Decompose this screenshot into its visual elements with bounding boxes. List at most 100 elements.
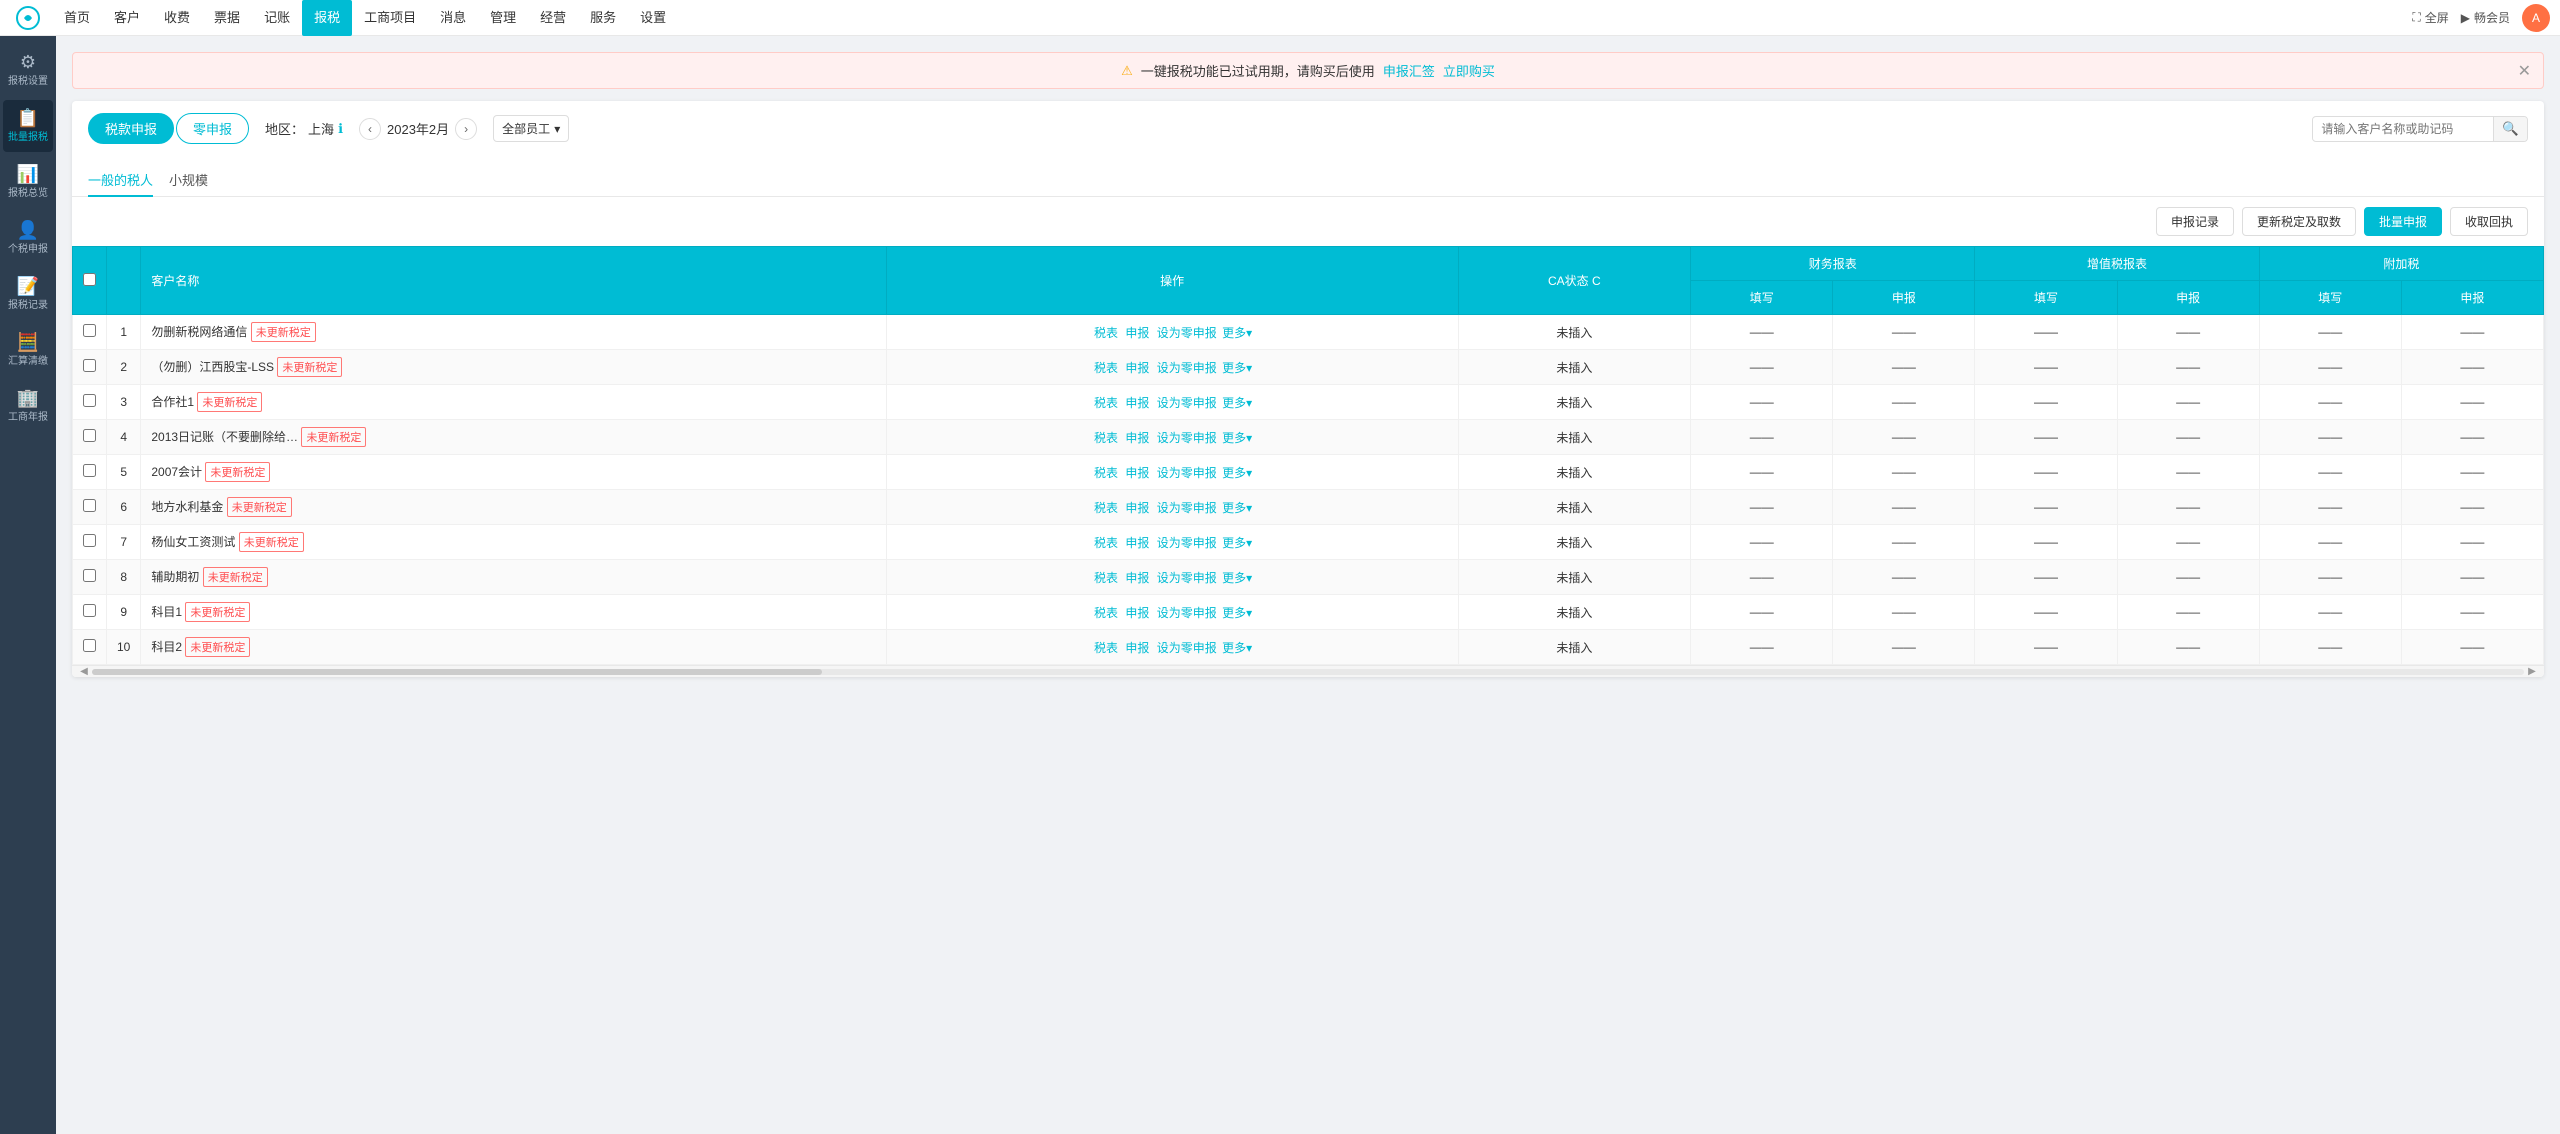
financial-declare-cell: —— bbox=[1833, 455, 1975, 490]
tax-form-button[interactable]: 税表 bbox=[1094, 466, 1118, 480]
more-button[interactable]: 更多▾ bbox=[1222, 466, 1252, 480]
trial-banner: ⚠ 一键报税功能已过试用期，请购买后使用 申报汇签 立即购买 ✕ bbox=[72, 52, 2544, 89]
scroll-track[interactable] bbox=[92, 669, 2524, 675]
more-button[interactable]: 更多▾ bbox=[1222, 501, 1252, 515]
num-header bbox=[107, 247, 141, 315]
ca-status-cell: 未插入 bbox=[1458, 350, 1691, 385]
more-button[interactable]: 更多▾ bbox=[1222, 606, 1252, 620]
next-month-button[interactable]: › bbox=[455, 118, 477, 140]
declare-button[interactable]: 申报 bbox=[1125, 641, 1149, 655]
member-button[interactable]: ▶ 畅会员 bbox=[2461, 9, 2510, 26]
declare-button[interactable]: 申报 bbox=[1125, 571, 1149, 585]
set-zero-button[interactable]: 设为零申报 bbox=[1157, 326, 1217, 340]
row-checkbox-3[interactable] bbox=[83, 429, 96, 442]
declare-button[interactable]: 申报 bbox=[1125, 361, 1149, 375]
report-link[interactable]: 申报汇签 bbox=[1383, 61, 1435, 80]
row-checkbox-4[interactable] bbox=[83, 464, 96, 477]
set-zero-button[interactable]: 设为零申报 bbox=[1157, 501, 1217, 515]
tax-form-button[interactable]: 税表 bbox=[1094, 641, 1118, 655]
sidebar-item-报税记录[interactable]: 📝报税记录 bbox=[3, 268, 53, 320]
row-checkbox-5[interactable] bbox=[83, 499, 96, 512]
declare-button[interactable]: 申报 bbox=[1125, 536, 1149, 550]
nav-item-消息[interactable]: 消息 bbox=[428, 0, 478, 36]
search-button[interactable]: 🔍 bbox=[2493, 117, 2527, 141]
row-checkbox-8[interactable] bbox=[83, 604, 96, 617]
nav-item-票据[interactable]: 票据 bbox=[202, 0, 252, 36]
scroll-right-button[interactable]: ▶ bbox=[2524, 664, 2540, 678]
collect-receipt-button[interactable]: 收取回执 bbox=[2450, 207, 2528, 236]
tax-form-button[interactable]: 税表 bbox=[1094, 606, 1118, 620]
general-taxpayer-tab[interactable]: 一般的税人 bbox=[88, 164, 153, 197]
more-button[interactable]: 更多▾ bbox=[1222, 536, 1252, 550]
staff-dropdown[interactable]: 全部员工 ▾ bbox=[493, 115, 569, 142]
sidebar-item-汇算清缴[interactable]: 🧮汇算清缴 bbox=[3, 324, 53, 376]
declare-button[interactable]: 申报 bbox=[1125, 466, 1149, 480]
batch-declare-button[interactable]: 批量申报 bbox=[2364, 207, 2442, 236]
update-tax-button[interactable]: 更新税定及取数 bbox=[2242, 207, 2356, 236]
set-zero-button[interactable]: 设为零申报 bbox=[1157, 536, 1217, 550]
info-icon[interactable]: ℹ bbox=[338, 121, 343, 137]
nav-item-设置[interactable]: 设置 bbox=[628, 0, 678, 36]
tax-form-button[interactable]: 税表 bbox=[1094, 326, 1118, 340]
tax-form-button[interactable]: 税表 bbox=[1094, 431, 1118, 445]
nav-item-首页[interactable]: 首页 bbox=[52, 0, 102, 36]
more-button[interactable]: 更多▾ bbox=[1222, 361, 1252, 375]
sidebar-item-工商年报[interactable]: 🏢工商年报 bbox=[3, 380, 53, 432]
nav-item-报税[interactable]: 报税 bbox=[302, 0, 352, 36]
more-button[interactable]: 更多▾ bbox=[1222, 641, 1252, 655]
tax-form-button[interactable]: 税表 bbox=[1094, 396, 1118, 410]
set-zero-button[interactable]: 设为零申报 bbox=[1157, 466, 1217, 480]
tax-form-button[interactable]: 税表 bbox=[1094, 536, 1118, 550]
nav-item-管理[interactable]: 管理 bbox=[478, 0, 528, 36]
zero-declare-tab[interactable]: 零申报 bbox=[176, 113, 249, 144]
tax-form-button[interactable]: 税表 bbox=[1094, 571, 1118, 585]
nav-item-客户[interactable]: 客户 bbox=[102, 0, 152, 36]
declare-record-button[interactable]: 申报记录 bbox=[2156, 207, 2234, 236]
row-checkbox-1[interactable] bbox=[83, 359, 96, 372]
sidebar-item-报税设置[interactable]: ⚙报税设置 bbox=[3, 44, 53, 96]
set-zero-button[interactable]: 设为零申报 bbox=[1157, 571, 1217, 585]
nav-item-经营[interactable]: 经营 bbox=[528, 0, 578, 36]
avatar[interactable]: A bbox=[2522, 4, 2550, 32]
sidebar-icon: 🧮 bbox=[17, 332, 39, 353]
more-button[interactable]: 更多▾ bbox=[1222, 396, 1252, 410]
nav-item-服务[interactable]: 服务 bbox=[578, 0, 628, 36]
declare-button[interactable]: 申报 bbox=[1125, 501, 1149, 515]
nav-item-收费[interactable]: 收费 bbox=[152, 0, 202, 36]
sidebar-item-批量报税[interactable]: 📋批量报税 bbox=[3, 100, 53, 152]
set-zero-button[interactable]: 设为零申报 bbox=[1157, 641, 1217, 655]
search-input[interactable] bbox=[2313, 118, 2493, 140]
declare-button[interactable]: 申报 bbox=[1125, 396, 1149, 410]
buy-link[interactable]: 立即购买 bbox=[1443, 61, 1495, 80]
more-button[interactable]: 更多▾ bbox=[1222, 431, 1252, 445]
set-zero-button[interactable]: 设为零申报 bbox=[1157, 431, 1217, 445]
scroll-left-button[interactable]: ◀ bbox=[76, 664, 92, 678]
tax-form-button[interactable]: 税表 bbox=[1094, 361, 1118, 375]
tax-declare-tab[interactable]: 税款申报 bbox=[88, 113, 174, 144]
set-zero-button[interactable]: 设为零申报 bbox=[1157, 606, 1217, 620]
sidebar-item-报税总览[interactable]: 📊报税总览 bbox=[3, 156, 53, 208]
select-all-checkbox[interactable] bbox=[83, 273, 96, 286]
financial-declare-cell: —— bbox=[1833, 490, 1975, 525]
sidebar-item-个税申报[interactable]: 👤个税申报 bbox=[3, 212, 53, 264]
set-zero-button[interactable]: 设为零申报 bbox=[1157, 361, 1217, 375]
logo[interactable] bbox=[10, 0, 46, 36]
row-checkbox-9[interactable] bbox=[83, 639, 96, 652]
declare-button[interactable]: 申报 bbox=[1125, 606, 1149, 620]
declare-button[interactable]: 申报 bbox=[1125, 326, 1149, 340]
row-checkbox-0[interactable] bbox=[83, 324, 96, 337]
close-icon[interactable]: ✕ bbox=[2518, 61, 2531, 81]
row-checkbox-2[interactable] bbox=[83, 394, 96, 407]
declare-button[interactable]: 申报 bbox=[1125, 431, 1149, 445]
prev-month-button[interactable]: ‹ bbox=[359, 118, 381, 140]
row-checkbox-6[interactable] bbox=[83, 534, 96, 547]
more-button[interactable]: 更多▾ bbox=[1222, 326, 1252, 340]
nav-item-记账[interactable]: 记账 bbox=[252, 0, 302, 36]
tax-form-button[interactable]: 税表 bbox=[1094, 501, 1118, 515]
more-button[interactable]: 更多▾ bbox=[1222, 571, 1252, 585]
fullscreen-button[interactable]: ⛶ 全屏 bbox=[2412, 9, 2448, 26]
set-zero-button[interactable]: 设为零申报 bbox=[1157, 396, 1217, 410]
row-checkbox-7[interactable] bbox=[83, 569, 96, 582]
small-scale-tab[interactable]: 小规模 bbox=[169, 164, 208, 197]
nav-item-工商项目[interactable]: 工商项目 bbox=[352, 0, 428, 36]
